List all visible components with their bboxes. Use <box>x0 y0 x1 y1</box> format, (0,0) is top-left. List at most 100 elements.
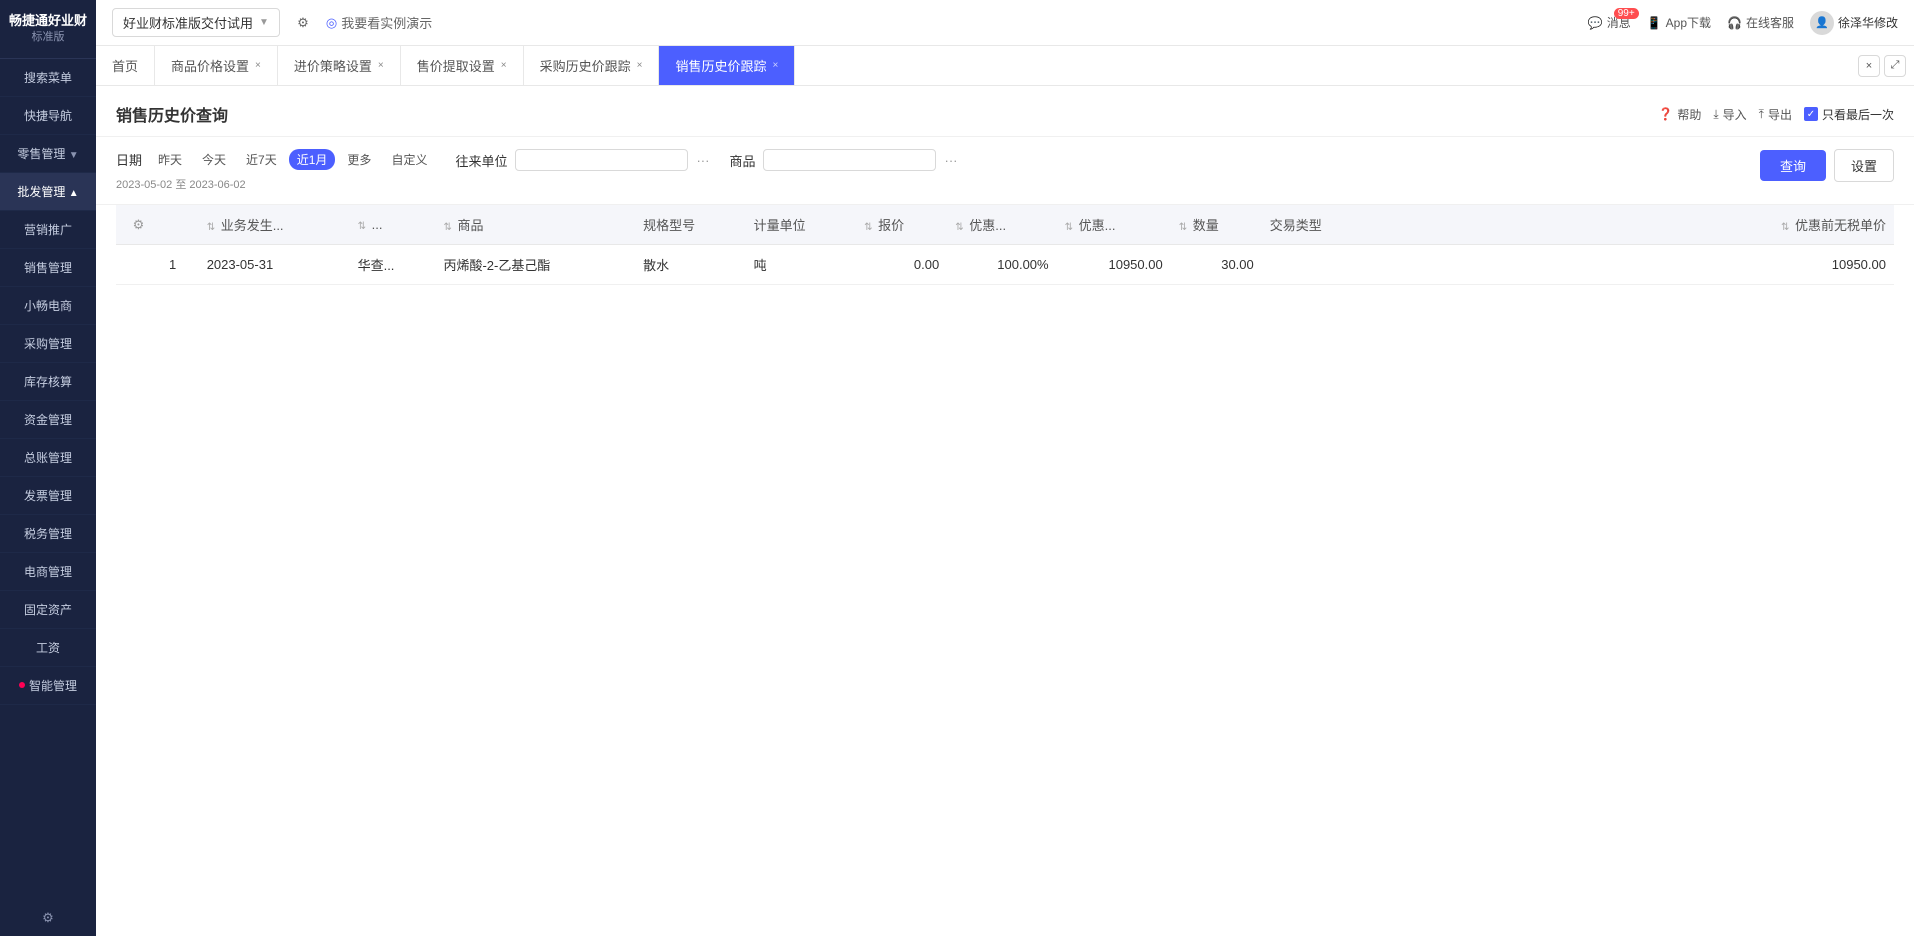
col-spec: 规格型号 <box>635 205 746 245</box>
col-qty[interactable]: ⇅ 数量 <box>1171 205 1262 245</box>
sidebar-settings-btn[interactable]: ⚙ <box>0 900 96 936</box>
sidebar-item-search[interactable]: 搜索菜单 <box>0 59 96 97</box>
sidebar-item-wholesale[interactable]: 批发管理 ▲ <box>0 173 96 211</box>
supplier-more-btn[interactable]: ··· <box>696 153 709 168</box>
date-option-more[interactable]: 更多 <box>339 149 379 170</box>
row-business-date: 2023-05-31 <box>199 245 350 285</box>
sidebar-item-label: 电商管理 <box>24 565 72 579</box>
only-last-checkbox[interactable]: ✓ 只看最后一次 <box>1804 106 1894 123</box>
query-btn[interactable]: 查询 <box>1760 150 1826 181</box>
export-label: 导出 <box>1768 106 1792 123</box>
close-icon[interactable]: × <box>501 60 507 71</box>
sidebar-item-label: 工资 <box>36 641 60 655</box>
sidebar-item-quick-nav[interactable]: 快捷导航 <box>0 97 96 135</box>
product-more-btn[interactable]: ··· <box>944 153 957 168</box>
date-option-last1m[interactable]: 近1月 <box>289 149 336 170</box>
gear-icon: ⚙ <box>42 910 54 925</box>
sidebar-item-label: 税务管理 <box>24 527 72 541</box>
sidebar-item-label: 发票管理 <box>24 489 72 503</box>
import-btn[interactable]: ⤓ 导入 <box>1713 106 1746 123</box>
col-trade-type: 交易类型 <box>1262 205 1373 245</box>
page-content: 销售历史价查询 ❓ 帮助 ⤓ 导入 ⤒ 导出 ✓ 只看最后一次 <box>96 86 1914 936</box>
supplier-input[interactable] <box>524 153 679 167</box>
sidebar-item-label: 采购管理 <box>24 337 72 351</box>
close-icon[interactable]: × <box>772 60 778 71</box>
tab-sales-history[interactable]: 销售历史价跟踪 × <box>659 46 795 86</box>
sidebar-item-label: 总账管理 <box>24 451 72 465</box>
col-pretax-price[interactable]: ⇅ 优惠前无税单价 <box>1697 205 1894 245</box>
tabbar: 首页 商品价格设置 × 进价策略设置 × 售价提取设置 × 采购历史价跟踪 × … <box>96 46 1914 86</box>
sidebar-item-purchase[interactable]: 采购管理 <box>0 325 96 363</box>
sidebar-item-tax[interactable]: 税务管理 <box>0 515 96 553</box>
online-service-label: 在线客服 <box>1746 14 1794 31</box>
app-download-btn[interactable]: 📱 App下载 <box>1647 14 1711 31</box>
page-title: 销售历史价查询 <box>116 102 228 126</box>
row-settings[interactable] <box>116 245 161 285</box>
tab-purchase-strategy[interactable]: 进价策略设置 × <box>278 46 401 86</box>
demo-icon: ◎ <box>326 15 337 31</box>
col-discount-amt[interactable]: ⇅ 优惠... <box>1057 205 1171 245</box>
product-input[interactable] <box>772 153 927 167</box>
col-product[interactable]: ⇅ 商品 <box>435 205 635 245</box>
tab-sale-extract[interactable]: 售价提取设置 × <box>401 46 524 86</box>
message-btn[interactable]: 💬 消息 99+ <box>1588 14 1631 31</box>
close-icon[interactable]: × <box>378 60 384 71</box>
sidebar-item-ecommerce[interactable]: 电商管理 <box>0 553 96 591</box>
window-expand-btn[interactable]: ⤢ <box>1884 55 1906 77</box>
date-option-last7[interactable]: 近7天 <box>238 149 285 170</box>
sidebar: 畅捷通好业财 标准版 搜索菜单 快捷导航 零售管理 ▼ 批发管理 ▲ 营销推广 … <box>0 0 96 936</box>
phone-icon: 📱 <box>1647 16 1662 30</box>
date-option-custom[interactable]: 自定义 <box>383 149 435 170</box>
sidebar-item-invoice[interactable]: 发票管理 <box>0 477 96 515</box>
demo-link[interactable]: ◎ 我要看实例演示 <box>326 13 432 32</box>
sidebar-item-general-ledger[interactable]: 总账管理 <box>0 439 96 477</box>
window-close-btn[interactable]: × <box>1858 55 1880 77</box>
topbar: 好业财标准版交付试用 ▼ ⚙ ◎ 我要看实例演示 💬 消息 99+ 📱 App下… <box>96 0 1914 46</box>
col-discount-rate[interactable]: ⇅ 优惠... <box>947 205 1056 245</box>
close-icon[interactable]: × <box>255 60 261 71</box>
sidebar-item-marketing[interactable]: 营销推广 <box>0 211 96 249</box>
col-more1[interactable]: ⇅ ... <box>350 205 436 245</box>
date-option-today[interactable]: 今天 <box>194 149 234 170</box>
sidebar-item-smart[interactable]: 智能管理 <box>0 667 96 705</box>
sidebar-item-label: 小畅电商 <box>24 299 72 313</box>
sort-icon: ⇅ <box>207 222 215 233</box>
product-filter: 商品 ··· <box>729 149 957 171</box>
user-info[interactable]: 👤 徐泽华修改 <box>1810 11 1898 35</box>
topbar-left: 好业财标准版交付试用 ▼ ⚙ ◎ 我要看实例演示 <box>112 8 1576 38</box>
sort-icon: ⇅ <box>1065 222 1073 233</box>
topbar-settings-btn[interactable]: ⚙ <box>288 8 318 38</box>
sort-icon: ⇅ <box>1179 222 1187 233</box>
sidebar-item-label: 资金管理 <box>24 413 72 427</box>
user-name: 徐泽华修改 <box>1838 14 1898 31</box>
chevron-icon: ▼ <box>69 150 79 161</box>
version-selector[interactable]: 好业财标准版交付试用 ▼ <box>112 8 280 37</box>
sidebar-item-sales[interactable]: 销售管理 <box>0 249 96 287</box>
tab-label: 进价策略设置 <box>294 56 372 75</box>
supplier-filter: 往来单位 ··· <box>455 149 709 171</box>
tab-product-price[interactable]: 商品价格设置 × <box>155 46 278 86</box>
online-service-btn[interactable]: 🎧 在线客服 <box>1727 14 1794 31</box>
date-option-yesterday[interactable]: 昨天 <box>150 149 190 170</box>
tab-purchase-history[interactable]: 采购历史价跟踪 × <box>524 46 660 86</box>
sidebar-item-fund[interactable]: 资金管理 <box>0 401 96 439</box>
filter-row-date: 日期 昨天 今天 近7天 近1月 更多 自定义 <box>116 149 435 170</box>
sidebar-item-fixed-assets[interactable]: 固定资产 <box>0 591 96 629</box>
col-spacer <box>1372 205 1697 245</box>
col-price[interactable]: ⇅ 报价 <box>856 205 947 245</box>
col-business-date[interactable]: ⇅ 业务发生... <box>199 205 350 245</box>
table-row[interactable]: 1 2023-05-31 华查... 丙烯酸-2-乙基己酯 散水 吨 0.00 … <box>116 245 1894 285</box>
help-btn[interactable]: ❓ 帮助 <box>1658 106 1701 123</box>
sidebar-item-salary[interactable]: 工资 <box>0 629 96 667</box>
sidebar-item-inventory[interactable]: 库存核算 <box>0 363 96 401</box>
col-settings[interactable]: ⚙ <box>116 205 161 245</box>
settings-btn[interactable]: 设置 <box>1834 149 1894 182</box>
sidebar-item-retail[interactable]: 零售管理 ▼ <box>0 135 96 173</box>
tab-home[interactable]: 首页 <box>96 46 155 86</box>
version-label: 好业财标准版交付试用 <box>123 13 253 32</box>
sidebar-item-xiaochangec[interactable]: 小畅电商 <box>0 287 96 325</box>
tab-label: 采购历史价跟踪 <box>540 56 631 75</box>
question-icon: ❓ <box>1658 107 1673 121</box>
export-btn[interactable]: ⤒ 导出 <box>1759 106 1792 123</box>
close-icon[interactable]: × <box>637 60 643 71</box>
